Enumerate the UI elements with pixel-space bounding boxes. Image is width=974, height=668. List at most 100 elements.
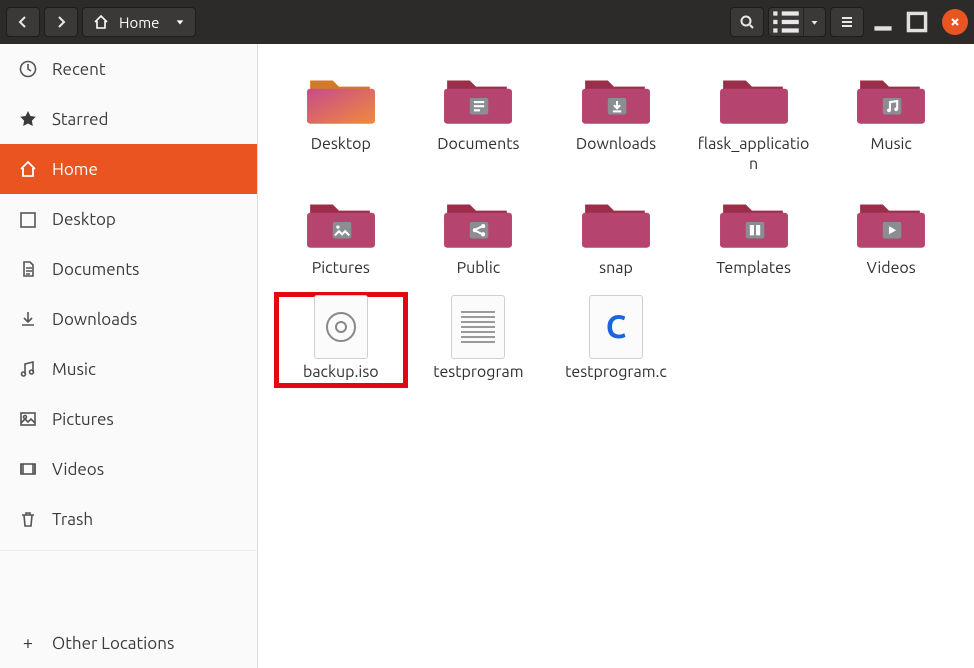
minimize-button[interactable] bbox=[868, 7, 898, 37]
path-label: Home bbox=[119, 14, 159, 31]
music-icon bbox=[18, 359, 38, 379]
file-item[interactable]: Public bbox=[412, 188, 546, 284]
sidebar-item-desktop[interactable]: Desktop bbox=[0, 194, 257, 244]
sidebar-item-label: Trash bbox=[52, 510, 93, 529]
file-view: Desktop Documents Downloads flask_applicati… bbox=[258, 44, 974, 668]
folder-icon bbox=[856, 70, 926, 128]
view-dropdown-button[interactable] bbox=[803, 8, 825, 36]
sidebar-item-music[interactable]: Music bbox=[0, 344, 257, 394]
sidebar-item-starred[interactable]: Starred bbox=[0, 94, 257, 144]
folder-icon bbox=[581, 194, 651, 252]
search-icon bbox=[739, 14, 755, 30]
folder-icon bbox=[719, 194, 789, 252]
file-label: Videos bbox=[867, 258, 916, 278]
desktop-icon bbox=[18, 209, 38, 229]
video-icon bbox=[18, 459, 38, 479]
maximize-button[interactable] bbox=[902, 7, 932, 37]
back-button[interactable] bbox=[6, 7, 40, 37]
list-icon bbox=[769, 5, 803, 39]
folder-icon bbox=[443, 194, 513, 252]
close-button[interactable] bbox=[942, 9, 968, 35]
sidebar-item-label: Documents bbox=[52, 260, 139, 279]
forward-button[interactable] bbox=[44, 7, 78, 37]
file-item[interactable]: Downloads bbox=[549, 64, 683, 180]
chevron-right-icon bbox=[53, 14, 69, 30]
toolbar: Home bbox=[0, 0, 974, 44]
file-label: Desktop bbox=[311, 134, 371, 154]
clock-icon bbox=[18, 59, 38, 79]
hamburger-icon bbox=[839, 14, 855, 30]
file-label: snap bbox=[599, 258, 633, 278]
list-view-button[interactable] bbox=[769, 8, 803, 36]
document-icon bbox=[18, 259, 38, 279]
path-bar[interactable]: Home bbox=[82, 7, 196, 37]
sidebar-item-pictures[interactable]: Pictures bbox=[0, 394, 257, 444]
sidebar-item-trash[interactable]: Trash bbox=[0, 494, 257, 544]
trash-icon bbox=[18, 509, 38, 529]
minimize-icon bbox=[868, 7, 898, 37]
sidebar-item-recent[interactable]: Recent bbox=[0, 44, 257, 94]
sidebar-item-label: Downloads bbox=[52, 310, 137, 329]
file-item[interactable]: Music bbox=[824, 64, 958, 180]
hamburger-menu-button[interactable] bbox=[830, 7, 864, 37]
dropdown-triangle-icon bbox=[810, 18, 819, 27]
file-item[interactable]: Documents bbox=[412, 64, 546, 180]
folder-icon bbox=[443, 70, 513, 128]
chevron-left-icon bbox=[15, 14, 31, 30]
file-grid: Desktop Documents Downloads flask_applicati… bbox=[274, 64, 958, 388]
file-label: Public bbox=[457, 258, 501, 278]
view-mode-group bbox=[768, 7, 826, 37]
sidebar-item-label: Videos bbox=[52, 460, 104, 479]
sidebar-item-label: Pictures bbox=[52, 410, 114, 429]
picture-icon bbox=[18, 409, 38, 429]
sidebar-item-downloads[interactable]: Downloads bbox=[0, 294, 257, 344]
file-item[interactable]: Ctestprogram.c bbox=[549, 292, 683, 388]
file-label: Pictures bbox=[312, 258, 370, 278]
folder-icon bbox=[581, 70, 651, 128]
file-label: testprogram bbox=[433, 362, 523, 382]
file-label: Documents bbox=[437, 134, 519, 154]
file-item[interactable]: Videos bbox=[824, 188, 958, 284]
folder-icon bbox=[719, 70, 789, 128]
file-item[interactable]: testprogram bbox=[412, 292, 546, 388]
maximize-icon bbox=[902, 7, 932, 37]
file-item[interactable]: Templates bbox=[687, 188, 821, 284]
file-label: Music bbox=[871, 134, 912, 154]
text-icon bbox=[443, 298, 513, 356]
home-icon bbox=[93, 14, 109, 30]
file-item[interactable]: Desktop bbox=[274, 64, 408, 180]
file-label: Downloads bbox=[576, 134, 656, 154]
file-item[interactable]: Pictures bbox=[274, 188, 408, 284]
plus-icon: + bbox=[18, 633, 38, 653]
close-icon bbox=[949, 16, 961, 28]
download-icon bbox=[18, 309, 38, 329]
file-label: backup.iso bbox=[303, 362, 379, 382]
file-label: testprogram.c bbox=[565, 362, 667, 382]
file-item[interactable]: snap bbox=[549, 188, 683, 284]
home-icon bbox=[18, 159, 38, 179]
folder-desktop-icon bbox=[306, 70, 376, 128]
iso-icon bbox=[306, 298, 376, 356]
file-item[interactable]: backup.iso bbox=[274, 292, 408, 388]
sidebar: Recent Starred Home Desktop Documents Do… bbox=[0, 44, 258, 668]
folder-icon bbox=[856, 194, 926, 252]
star-icon bbox=[18, 109, 38, 129]
sidebar-item-other-locations[interactable]: + Other Locations bbox=[0, 618, 257, 668]
dropdown-triangle-icon bbox=[175, 17, 185, 27]
sidebar-item-label: Other Locations bbox=[52, 634, 174, 653]
c-icon: C bbox=[581, 298, 651, 356]
sidebar-item-label: Home bbox=[52, 160, 98, 179]
sidebar-item-label: Desktop bbox=[52, 210, 116, 229]
search-button[interactable] bbox=[730, 7, 764, 37]
sidebar-item-home[interactable]: Home bbox=[0, 144, 257, 194]
file-item[interactable]: flask_application bbox=[687, 64, 821, 180]
file-label: Templates bbox=[716, 258, 791, 278]
sidebar-item-label: Starred bbox=[52, 110, 109, 129]
sidebar-item-documents[interactable]: Documents bbox=[0, 244, 257, 294]
sidebar-item-label: Music bbox=[52, 360, 96, 379]
sidebar-item-label: Recent bbox=[52, 60, 106, 79]
file-label: flask_application bbox=[694, 134, 814, 174]
sidebar-item-videos[interactable]: Videos bbox=[0, 444, 257, 494]
sidebar-separator bbox=[0, 550, 257, 618]
folder-icon bbox=[306, 194, 376, 252]
